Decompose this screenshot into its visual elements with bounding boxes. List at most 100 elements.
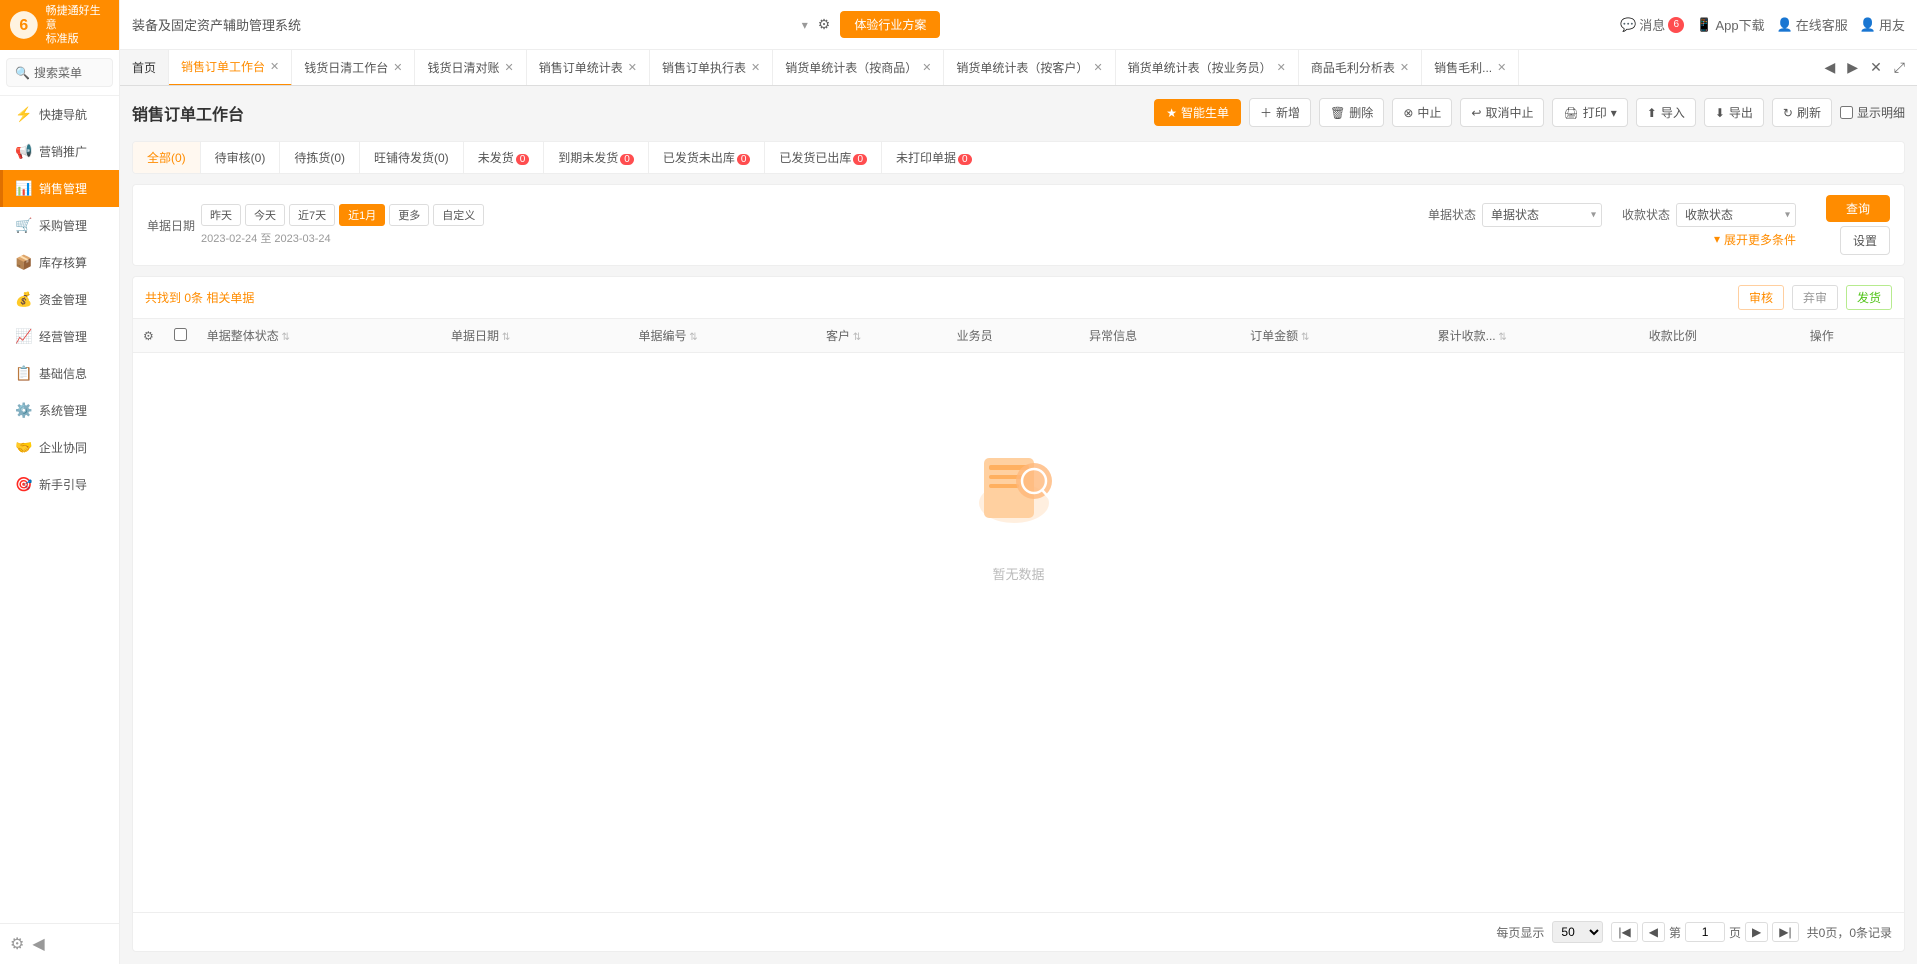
date-yesterday-btn[interactable]: 昨天 xyxy=(201,204,241,226)
send-btn[interactable]: 发货 xyxy=(1846,285,1892,310)
tab-close-icon[interactable]: ✕ xyxy=(393,61,402,74)
filter-tab-8[interactable]: 未打印单据0 xyxy=(882,142,986,173)
user-btn[interactable]: 👤 用友 xyxy=(1860,15,1905,34)
tab-3[interactable]: 钱货日清对账 ✕ xyxy=(415,50,526,86)
per-page-select[interactable]: 10 20 50 100 xyxy=(1552,921,1603,943)
tab-5[interactable]: 销售订单执行表✕ xyxy=(650,50,773,86)
tab-close-icon[interactable]: ✕ xyxy=(922,61,931,74)
reject-btn[interactable]: 弃审 xyxy=(1792,285,1838,310)
col-number[interactable]: 单据编号 xyxy=(628,319,815,353)
filter-tab-2[interactable]: 待拣货(0) xyxy=(280,142,360,173)
app-download-btn[interactable]: 📱 App下载 xyxy=(1696,15,1764,34)
date-more-btn[interactable]: 更多 xyxy=(389,204,429,226)
col-action: 操作 xyxy=(1800,319,1904,353)
sidebar-item-销售管理[interactable]: 📊销售管理 xyxy=(0,170,119,207)
plus-icon: ＋ xyxy=(1260,104,1272,121)
sidebar-item-营销推广[interactable]: 📢营销推广 xyxy=(0,133,119,170)
tab-next-btn[interactable]: ▶ xyxy=(1843,57,1862,78)
page-next-btn[interactable]: ▶ xyxy=(1745,922,1768,942)
import-btn[interactable]: ⬆ 导入 xyxy=(1636,98,1696,127)
tab-7[interactable]: 销货单统计表（按客户）✕ xyxy=(944,50,1115,86)
select-all-checkbox[interactable] xyxy=(174,328,187,341)
filter-tab-0[interactable]: 全部(0) xyxy=(133,142,201,173)
status-select[interactable]: 单据状态 xyxy=(1482,203,1602,227)
show-detail-label[interactable]: 显示明细 xyxy=(1840,104,1905,121)
tab-close-icon[interactable]: ✕ xyxy=(628,61,637,74)
nav-icon: 📊 xyxy=(15,180,33,197)
filter-tab-6[interactable]: 已发货未出库0 xyxy=(649,142,766,173)
tab-8[interactable]: 销货单统计表（按业务员）✕ xyxy=(1116,50,1299,86)
sidebar-item-库存核算[interactable]: 📦库存核算 xyxy=(0,244,119,281)
setting-btn[interactable]: 设置 xyxy=(1840,226,1890,255)
sidebar-item-系统管理[interactable]: ⚙️系统管理 xyxy=(0,392,119,429)
delete-btn[interactable]: 🗑 删除 xyxy=(1319,98,1384,127)
smart-create-btn[interactable]: ★ 智能生单 xyxy=(1154,99,1241,126)
settings-icon[interactable]: ⚙ xyxy=(143,329,154,343)
tab-6[interactable]: 销货单统计表（按商品）✕ xyxy=(773,50,944,86)
tab-4[interactable]: 销售订单统计表✕ xyxy=(527,50,650,86)
dropdown-icon[interactable]: ▾ xyxy=(802,18,808,32)
show-detail-checkbox[interactable] xyxy=(1840,106,1853,119)
tab-close-icon[interactable]: ✕ xyxy=(270,60,279,73)
gear-icon[interactable]: ⚙ xyxy=(818,16,831,33)
message-btn[interactable]: 💬 消息 6 xyxy=(1620,15,1684,34)
sidebar-item-采购管理[interactable]: 🛒采购管理 xyxy=(0,207,119,244)
filter-tab-4[interactable]: 未发货0 xyxy=(464,142,545,173)
page-prev-btn[interactable]: ◀ xyxy=(1642,922,1665,942)
col-date[interactable]: 单据日期 xyxy=(441,319,628,353)
table-scroll[interactable]: ⚙ 单据整体状态 单据日期 单据编号 客户 业务员 异常信息 订单金额 xyxy=(133,319,1904,912)
tab-close-icon[interactable]: ✕ xyxy=(505,61,514,74)
tab-close-icon[interactable]: ✕ xyxy=(1400,61,1409,74)
export-btn[interactable]: ⬇ 导出 xyxy=(1704,98,1764,127)
tab-0[interactable]: 首页 xyxy=(120,50,169,86)
tab-label: 钱货日清对账 xyxy=(427,59,499,76)
sidebar-item-企业协同[interactable]: 🤝企业协同 xyxy=(0,429,119,466)
tab-close-all-btn[interactable]: ✕ xyxy=(1866,57,1886,78)
audit-btn[interactable]: 审核 xyxy=(1738,285,1784,310)
tab-prev-btn[interactable]: ◀ xyxy=(1821,57,1840,78)
expand-btn[interactable]: ▾ 展开更多条件 xyxy=(1714,231,1796,248)
filter-tab-1[interactable]: 待审核(0) xyxy=(201,142,281,173)
industry-btn[interactable]: 体验行业方案 xyxy=(840,11,940,38)
col-customer[interactable]: 客户 xyxy=(816,319,947,353)
tab-close-icon[interactable]: ✕ xyxy=(751,61,760,74)
filter-tab-7[interactable]: 已发货已出库0 xyxy=(765,142,882,173)
page-input[interactable] xyxy=(1685,922,1725,942)
nav-icon: 🤝 xyxy=(15,439,33,456)
sidebar-item-经营管理[interactable]: 📈经营管理 xyxy=(0,318,119,355)
tab-close-icon[interactable]: ✕ xyxy=(1497,61,1506,74)
online-service-btn[interactable]: 👤 在线客服 xyxy=(1777,15,1848,34)
sidebar-item-快捷导航[interactable]: ⚡快捷导航 xyxy=(0,96,119,133)
sidebar-item-资金管理[interactable]: 💰资金管理 xyxy=(0,281,119,318)
payment-select[interactable]: 收款状态 xyxy=(1676,203,1796,227)
col-status[interactable]: 单据整体状态 xyxy=(197,319,441,353)
tab-9[interactable]: 商品毛利分析表✕ xyxy=(1299,50,1422,86)
date-1month-btn[interactable]: 近1月 xyxy=(339,204,385,226)
sidebar-item-基础信息[interactable]: 📋基础信息 xyxy=(0,355,119,392)
page-first-btn[interactable]: |◀ xyxy=(1611,922,1637,942)
col-payment[interactable]: 累计收款... xyxy=(1428,319,1639,353)
tab-close-icon[interactable]: ✕ xyxy=(1093,61,1102,74)
tab-1[interactable]: 销售订单工作台✕ xyxy=(169,50,292,86)
tab-10[interactable]: 销售毛利...✕ xyxy=(1422,50,1519,86)
settings-icon[interactable]: ⚙ xyxy=(10,934,24,954)
date-7days-btn[interactable]: 近7天 xyxy=(289,204,335,226)
stop-btn[interactable]: ⊗ 中止 xyxy=(1392,98,1452,127)
page-last-btn[interactable]: ▶| xyxy=(1772,922,1798,942)
search-menu-button[interactable]: 🔍 搜索菜单 xyxy=(6,58,113,87)
filter-tab-5[interactable]: 到期未发货0 xyxy=(544,142,649,173)
tab-close-icon[interactable]: ✕ xyxy=(1277,61,1286,74)
tab-expand-btn[interactable]: ⤢ xyxy=(1890,57,1909,78)
filter-tab-3[interactable]: 旺铺待发货(0) xyxy=(360,142,464,173)
query-btn[interactable]: 查询 xyxy=(1826,195,1890,222)
collapse-icon[interactable]: ◀ xyxy=(32,934,44,954)
refresh-btn[interactable]: ↻ 刷新 xyxy=(1772,98,1832,127)
cancel-stop-btn[interactable]: ↩ 取消中止 xyxy=(1460,98,1544,127)
col-amount[interactable]: 订单金额 xyxy=(1240,319,1427,353)
print-btn[interactable]: 🖨 打印 ▾ xyxy=(1552,98,1627,127)
date-custom-btn[interactable]: 自定义 xyxy=(433,204,484,226)
add-btn[interactable]: ＋ 新增 xyxy=(1249,98,1311,127)
date-today-btn[interactable]: 今天 xyxy=(245,204,285,226)
tab-2[interactable]: 钱货日清工作台✕ xyxy=(292,50,415,86)
sidebar-item-新手引导[interactable]: 🎯新手引导 xyxy=(0,466,119,503)
